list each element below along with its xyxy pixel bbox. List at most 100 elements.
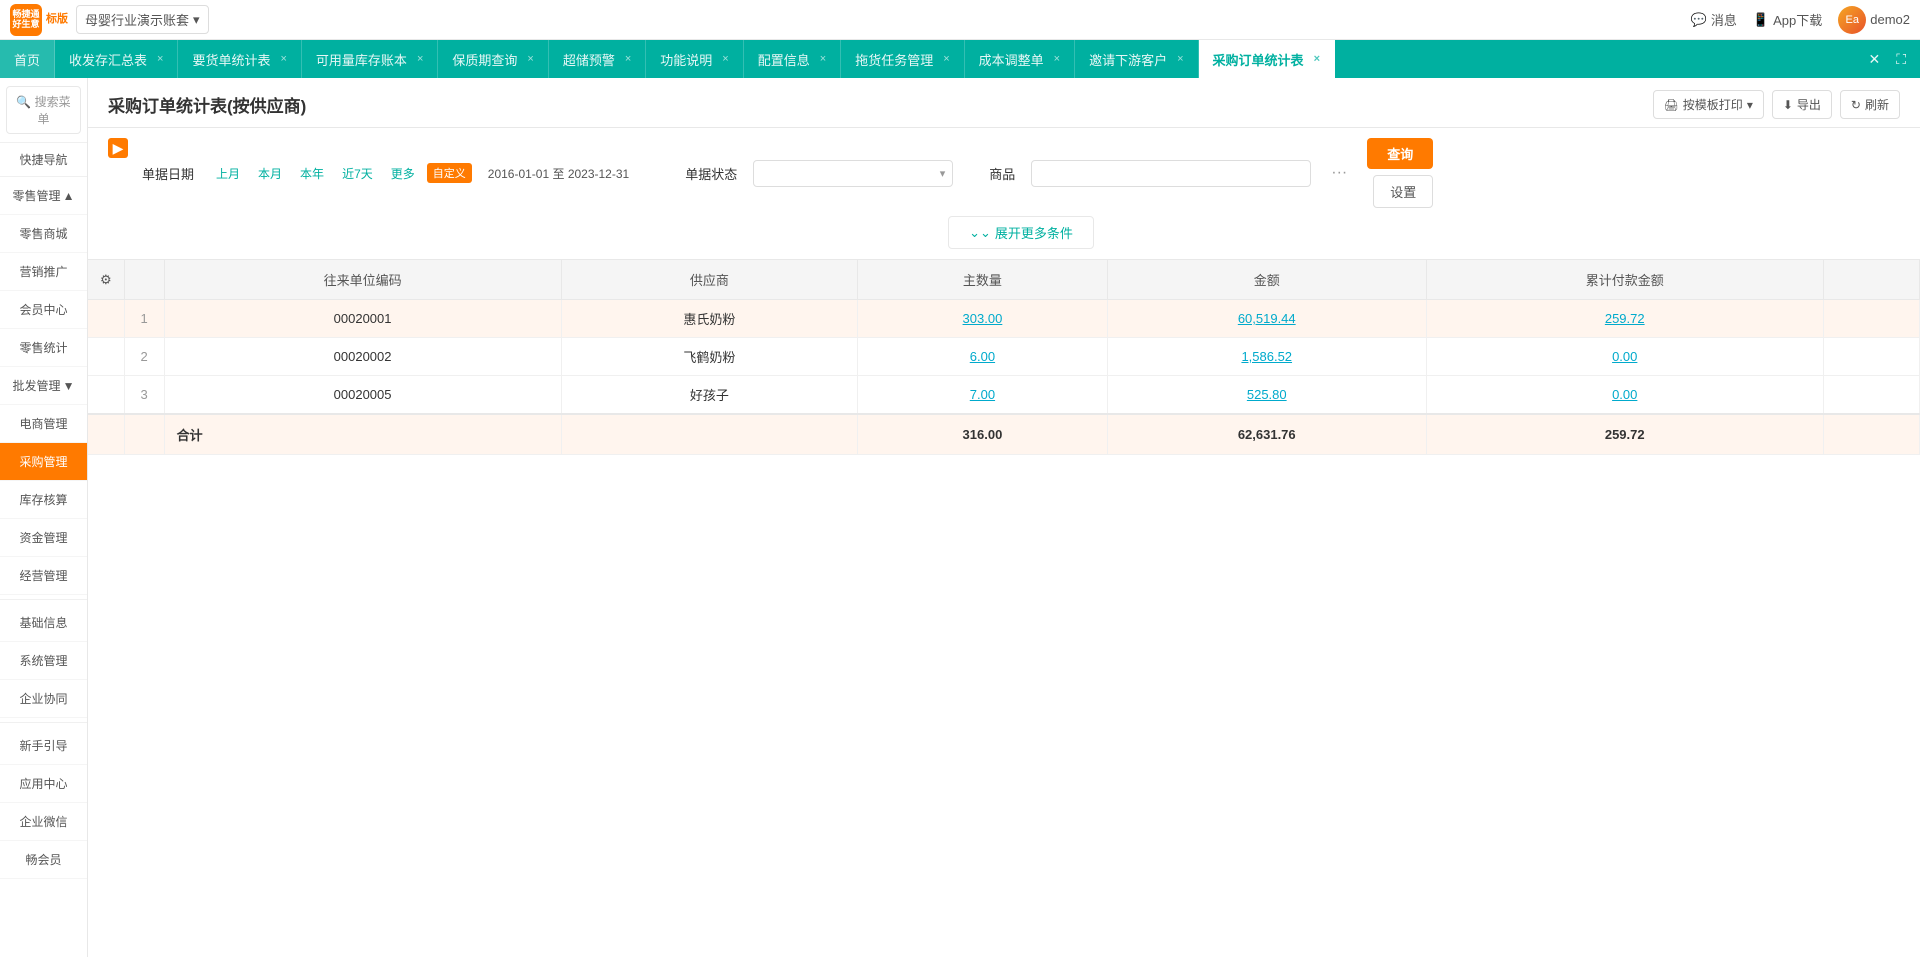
app-download-btn[interactable]: 📱 App下载 bbox=[1753, 10, 1822, 29]
date-shortcut-last-month[interactable]: 上月 bbox=[210, 163, 246, 184]
row-amount-link[interactable]: 525.80 bbox=[1247, 387, 1287, 402]
date-custom-badge[interactable]: 自定义 bbox=[427, 163, 472, 183]
status-select[interactable] bbox=[753, 160, 953, 187]
th-settings[interactable]: ⚙ bbox=[88, 260, 124, 300]
date-shortcut-7days[interactable]: 近7天 bbox=[336, 163, 379, 184]
sidebar-item-new-guide[interactable]: 新手引导 bbox=[0, 727, 87, 765]
sidebar-ops-mgmt-label: 经营管理 bbox=[19, 569, 67, 583]
sidebar-item-member[interactable]: 畅会员 bbox=[0, 841, 87, 879]
sidebar-quick-nav-label: 快捷导航 bbox=[19, 153, 67, 167]
app-download-icon: 📱 bbox=[1753, 12, 1769, 28]
tab-caigou-label: 采购订单统计表 bbox=[1213, 50, 1304, 69]
tab-keyongliang-close[interactable]: × bbox=[417, 53, 423, 65]
sidebar-item-retail-mgmt[interactable]: 零售管理 ▲ bbox=[0, 177, 87, 215]
sidebar-item-retail-shop[interactable]: 零售商城 bbox=[0, 215, 87, 253]
query-btn[interactable]: 查询 bbox=[1367, 138, 1433, 169]
row-amount-link[interactable]: 60,519.44 bbox=[1238, 311, 1296, 326]
tab-shoufahui-close[interactable]: × bbox=[157, 53, 163, 65]
sidebar-item-sys-mgmt[interactable]: 系统管理 bbox=[0, 642, 87, 680]
sidebar-item-inventory[interactable]: 库存核算 bbox=[0, 481, 87, 519]
message-btn[interactable]: 💬 消息 bbox=[1691, 10, 1737, 29]
export-btn[interactable]: ⬇ 导出 bbox=[1772, 90, 1832, 119]
tab-gongneng-label: 功能说明 bbox=[660, 50, 712, 69]
sidebar-item-ecommerce[interactable]: 电商管理 bbox=[0, 405, 87, 443]
logo: 畅捷通好生意 标版 bbox=[10, 4, 68, 36]
sidebar-item-finance[interactable]: 资金管理 bbox=[0, 519, 87, 557]
row-main-qty-link[interactable]: 6.00 bbox=[970, 349, 995, 364]
tab-peizhi-close[interactable]: × bbox=[820, 53, 826, 65]
tab-peizhi[interactable]: 配置信息 × bbox=[744, 40, 841, 78]
row-cumulative-paid-link[interactable]: 259.72 bbox=[1605, 311, 1645, 326]
tab-chengben[interactable]: 成本调整单 × bbox=[965, 40, 1075, 78]
tab-chaochuyujing-close[interactable]: × bbox=[625, 53, 631, 65]
sidebar-item-marketing[interactable]: 营销推广 bbox=[0, 253, 87, 291]
row-amount-link[interactable]: 1,586.52 bbox=[1241, 349, 1292, 364]
tab-baojianqi-label: 保质期查询 bbox=[452, 50, 517, 69]
tab-shoufahui[interactable]: 收发存汇总表 × bbox=[55, 40, 178, 78]
expand-filter-btn[interactable]: ▶ bbox=[108, 138, 128, 158]
tab-home[interactable]: 首页 bbox=[0, 40, 55, 78]
row-cumulative-paid-link[interactable]: 0.00 bbox=[1612, 387, 1637, 402]
tab-yaohuodantongji[interactable]: 要货单统计表 × bbox=[178, 40, 301, 78]
tab-gongneng[interactable]: 功能说明 × bbox=[646, 40, 743, 78]
date-shortcut-this-month[interactable]: 本月 bbox=[252, 163, 288, 184]
sidebar-item-app-center[interactable]: 应用中心 bbox=[0, 765, 87, 803]
tab-close-action[interactable]: ✕ bbox=[1864, 47, 1884, 72]
tab-chengben-label: 成本调整单 bbox=[979, 50, 1044, 69]
app-download-label: App下载 bbox=[1773, 10, 1822, 29]
sidebar: 🔍 搜索菜单 快捷导航 零售管理 ▲ 零售商城 营销推广 会员中心 零售统计 批… bbox=[0, 78, 88, 957]
sidebar-item-basic-info[interactable]: 基础信息 bbox=[0, 604, 87, 642]
row-cumulative-paid: 259.72 bbox=[1426, 300, 1823, 338]
top-bar: 畅捷通好生意 标版 母婴行业演示账套 ▾ 💬 消息 📱 App下载 Ea dem… bbox=[0, 0, 1920, 40]
tab-baojianqi-close[interactable]: × bbox=[527, 53, 533, 65]
logo-icon-text: 畅捷通好生意 bbox=[12, 10, 39, 30]
settings-btn[interactable]: 设置 bbox=[1373, 175, 1433, 208]
tab-chaochuyujing[interactable]: 超储预警 × bbox=[549, 40, 646, 78]
sidebar-retail-stats-label: 零售统计 bbox=[19, 341, 67, 355]
tab-yaohuodantongji-close[interactable]: × bbox=[280, 53, 286, 65]
avatar: Ea bbox=[1838, 6, 1866, 34]
row-cumulative-paid-link[interactable]: 0.00 bbox=[1612, 349, 1637, 364]
sidebar-item-enterprise[interactable]: 企业协同 bbox=[0, 680, 87, 718]
filter-right-btns: 查询 设置 bbox=[1367, 138, 1433, 208]
tab-maximize-action[interactable]: ⛶ bbox=[1892, 47, 1910, 72]
goods-input[interactable] bbox=[1031, 160, 1311, 187]
sidebar-finance-label: 资金管理 bbox=[19, 531, 67, 545]
tab-yaoqing[interactable]: 邀请下游客户 × bbox=[1075, 40, 1198, 78]
tab-gongneng-close[interactable]: × bbox=[722, 53, 728, 65]
top-bar-right: 💬 消息 📱 App下载 Ea demo2 bbox=[1691, 6, 1910, 34]
tab-chengben-close[interactable]: × bbox=[1054, 53, 1060, 65]
date-shortcut-this-year[interactable]: 本年 bbox=[294, 163, 330, 184]
sidebar-item-member-center[interactable]: 会员中心 bbox=[0, 291, 87, 329]
sidebar-item-purchase-mgmt[interactable]: 采购管理 bbox=[0, 443, 87, 481]
template-print-btn[interactable]: 🖨 按模板打印 ▾ bbox=[1653, 90, 1764, 119]
row-main-qty-link[interactable]: 7.00 bbox=[970, 387, 995, 402]
company-selector[interactable]: 母婴行业演示账套 ▾ bbox=[76, 5, 209, 34]
footer-cumulative-paid-cell: 259.72 bbox=[1426, 414, 1823, 455]
sidebar-basic-info-label: 基础信息 bbox=[19, 616, 67, 630]
sidebar-search-btn[interactable]: 🔍 搜索菜单 bbox=[6, 86, 81, 134]
row-index: 2 bbox=[124, 338, 164, 376]
tab-keyongliang[interactable]: 可用量库存账本 × bbox=[302, 40, 438, 78]
tab-baojianqi[interactable]: 保质期查询 × bbox=[438, 40, 548, 78]
sidebar-item-batch-mgmt[interactable]: 批发管理 ▼ bbox=[0, 367, 87, 405]
sidebar-item-ops-mgmt[interactable]: 经营管理 bbox=[0, 557, 87, 595]
page-title: 采购订单统计表(按供应商) bbox=[108, 92, 306, 117]
sidebar-marketing-label: 营销推广 bbox=[19, 265, 67, 279]
tab-caigou[interactable]: 采购订单统计表 × bbox=[1199, 40, 1335, 78]
expand-more-conditions-btn[interactable]: ⌄⌄ 展开更多条件 bbox=[948, 216, 1094, 249]
refresh-btn[interactable]: ↻ 刷新 bbox=[1840, 90, 1900, 119]
tab-tuohuo[interactable]: 拖货任务管理 × bbox=[841, 40, 964, 78]
tab-tuohuo-close[interactable]: × bbox=[943, 53, 949, 65]
sidebar-quick-nav[interactable]: 快捷导航 bbox=[0, 143, 87, 177]
sidebar-item-retail-stats[interactable]: 零售统计 bbox=[0, 329, 87, 367]
row-main-qty-link[interactable]: 303.00 bbox=[963, 311, 1003, 326]
filter-inner: 单据日期 上月 本月 本年 近7天 更多 自定义 2016-01-01 至 20… bbox=[142, 138, 1900, 249]
sidebar-app-center-label: 应用中心 bbox=[19, 777, 67, 791]
tab-caigou-close[interactable]: × bbox=[1314, 53, 1320, 65]
sidebar-item-corp-wechat[interactable]: 企业微信 bbox=[0, 803, 87, 841]
date-shortcut-more[interactable]: 更多 bbox=[385, 163, 421, 184]
user-avatar-btn[interactable]: Ea demo2 bbox=[1838, 6, 1910, 34]
filter-more-dots[interactable]: ··· bbox=[1327, 164, 1351, 182]
tab-yaoqing-close[interactable]: × bbox=[1177, 53, 1183, 65]
